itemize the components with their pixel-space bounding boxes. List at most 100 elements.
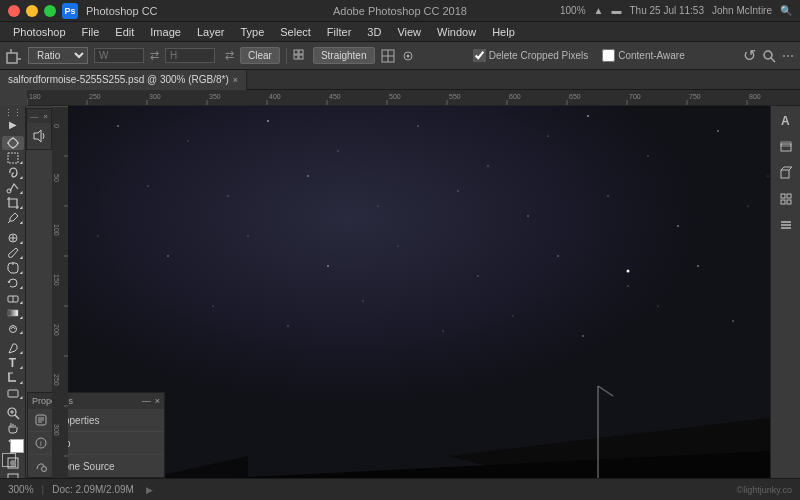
panel-bars-icon[interactable] bbox=[775, 214, 797, 236]
eraser-tool[interactable] bbox=[2, 291, 24, 305]
menu-select[interactable]: Select bbox=[273, 25, 318, 39]
svg-point-114 bbox=[658, 306, 659, 307]
minimize-button[interactable] bbox=[26, 5, 38, 17]
svg-rect-0 bbox=[7, 53, 17, 63]
svg-rect-61 bbox=[52, 106, 68, 478]
svg-point-93 bbox=[457, 190, 458, 191]
play-icon[interactable]: ▶ bbox=[2, 119, 24, 130]
svg-point-104 bbox=[557, 255, 558, 256]
properties-item-clone[interactable]: Clone Source bbox=[28, 455, 164, 477]
ratio-select[interactable]: Ratio bbox=[28, 47, 88, 64]
menu-layer[interactable]: Layer bbox=[190, 25, 232, 39]
svg-text:700: 700 bbox=[629, 93, 641, 100]
dodge-tool[interactable] bbox=[2, 321, 24, 335]
delete-cropped-checkbox[interactable]: Delete Cropped Pixels bbox=[473, 49, 589, 62]
svg-point-101 bbox=[327, 265, 329, 267]
svg-line-13 bbox=[771, 58, 775, 62]
menu-image[interactable]: Image bbox=[143, 25, 188, 39]
properties-item-properties[interactable]: Properties bbox=[28, 409, 164, 431]
canvas-image bbox=[68, 106, 770, 478]
svg-point-103 bbox=[477, 275, 478, 276]
type-tool[interactable]: T bbox=[2, 356, 24, 370]
height-input[interactable] bbox=[165, 48, 215, 63]
tab-close-button[interactable]: × bbox=[233, 75, 238, 85]
screen-mode-button[interactable] bbox=[2, 471, 24, 478]
panel-text-icon[interactable]: A bbox=[775, 110, 797, 132]
search-icon[interactable]: 🔍 bbox=[780, 5, 792, 16]
menu-help[interactable]: Help bbox=[485, 25, 522, 39]
panel-3d-icon[interactable] bbox=[775, 162, 797, 184]
crop-tool[interactable] bbox=[2, 196, 24, 210]
swap-icon[interactable]: ⇄ bbox=[150, 49, 159, 62]
background-color[interactable] bbox=[10, 439, 24, 453]
svg-point-81 bbox=[338, 151, 339, 152]
svg-text:400: 400 bbox=[269, 93, 281, 100]
status-arrow: ▶ bbox=[146, 485, 153, 495]
app-name: Photoshop CC bbox=[86, 5, 158, 17]
svg-line-43 bbox=[8, 221, 10, 223]
status-copyright: ©lightjunky.co bbox=[737, 485, 793, 495]
more-options-icon[interactable]: ⋯ bbox=[782, 49, 794, 63]
svg-point-12 bbox=[764, 51, 772, 59]
quick-mask-button[interactable] bbox=[2, 456, 24, 470]
svg-point-92 bbox=[378, 206, 379, 207]
svg-rect-3 bbox=[294, 50, 298, 54]
search-icon[interactable] bbox=[762, 49, 776, 63]
maximize-button[interactable] bbox=[44, 5, 56, 17]
lasso-tool[interactable] bbox=[2, 166, 24, 180]
svg-point-109 bbox=[287, 325, 288, 326]
swap2-icon[interactable]: ⇄ bbox=[225, 49, 234, 62]
panel-layer-icon[interactable] bbox=[775, 136, 797, 158]
properties-collapse[interactable]: — bbox=[142, 396, 151, 406]
panel-grid-icon[interactable] bbox=[775, 188, 797, 210]
path-select-tool[interactable] bbox=[2, 371, 24, 385]
tool-options-icon[interactable]: ⋮⋮ bbox=[2, 108, 24, 118]
marquee-tool[interactable] bbox=[2, 151, 24, 165]
properties-item-info[interactable]: i Info bbox=[28, 432, 164, 454]
properties-close[interactable]: × bbox=[155, 396, 160, 406]
svg-text:i: i bbox=[40, 439, 42, 448]
menu-file[interactable]: File bbox=[75, 25, 107, 39]
pen-tool[interactable] bbox=[2, 341, 24, 355]
clone-stamp-tool[interactable] bbox=[2, 261, 24, 275]
audio-tool[interactable] bbox=[28, 125, 50, 147]
shape-tool[interactable] bbox=[2, 386, 24, 400]
canvas-content[interactable] bbox=[68, 106, 770, 478]
svg-point-113 bbox=[582, 335, 583, 336]
content-aware-checkbox[interactable]: Content-Aware bbox=[602, 49, 685, 62]
zoom-tool[interactable] bbox=[2, 406, 24, 420]
brush-tool[interactable] bbox=[2, 246, 24, 260]
move-tool[interactable] bbox=[2, 136, 24, 150]
svg-rect-14 bbox=[27, 90, 800, 105]
hand-tool[interactable] bbox=[2, 421, 24, 435]
properties-header: Properties — × bbox=[28, 393, 164, 409]
gradient-tool[interactable] bbox=[2, 306, 24, 320]
healing-brush-tool[interactable] bbox=[2, 231, 24, 245]
crop-options-icon bbox=[6, 48, 22, 64]
menu-type[interactable]: Type bbox=[233, 25, 271, 39]
menu-3d[interactable]: 3D bbox=[360, 25, 388, 39]
doc-tab[interactable]: salfordformoise-5255S255.psd @ 300% (RGB… bbox=[0, 70, 247, 90]
svg-point-96 bbox=[677, 225, 679, 227]
menu-photoshop[interactable]: Photoshop bbox=[6, 25, 73, 39]
menu-view[interactable]: View bbox=[390, 25, 428, 39]
menu-edit[interactable]: Edit bbox=[108, 25, 141, 39]
svg-text:450: 450 bbox=[329, 93, 341, 100]
quick-select-tool[interactable] bbox=[2, 181, 24, 195]
svg-rect-77 bbox=[68, 106, 770, 478]
menu-window[interactable]: Window bbox=[430, 25, 483, 39]
svg-rect-129 bbox=[787, 194, 791, 198]
svg-text:250: 250 bbox=[89, 93, 101, 100]
undo-icon[interactable]: ↺ bbox=[743, 46, 756, 65]
menu-filter[interactable]: Filter bbox=[320, 25, 358, 39]
width-input[interactable] bbox=[94, 48, 144, 63]
clear-button[interactable]: Clear bbox=[240, 47, 280, 64]
svg-text:200: 200 bbox=[53, 324, 60, 336]
eyedropper-tool[interactable] bbox=[2, 211, 24, 225]
svg-text:750: 750 bbox=[689, 93, 701, 100]
straighten-button[interactable]: Straighten bbox=[313, 47, 375, 64]
svg-rect-122 bbox=[781, 144, 791, 151]
titlebar-right: 100% ▲ ▬ Thu 25 Jul 11:53 John McIntire … bbox=[560, 5, 792, 16]
history-brush-tool[interactable] bbox=[2, 276, 24, 290]
close-button[interactable] bbox=[8, 5, 20, 17]
